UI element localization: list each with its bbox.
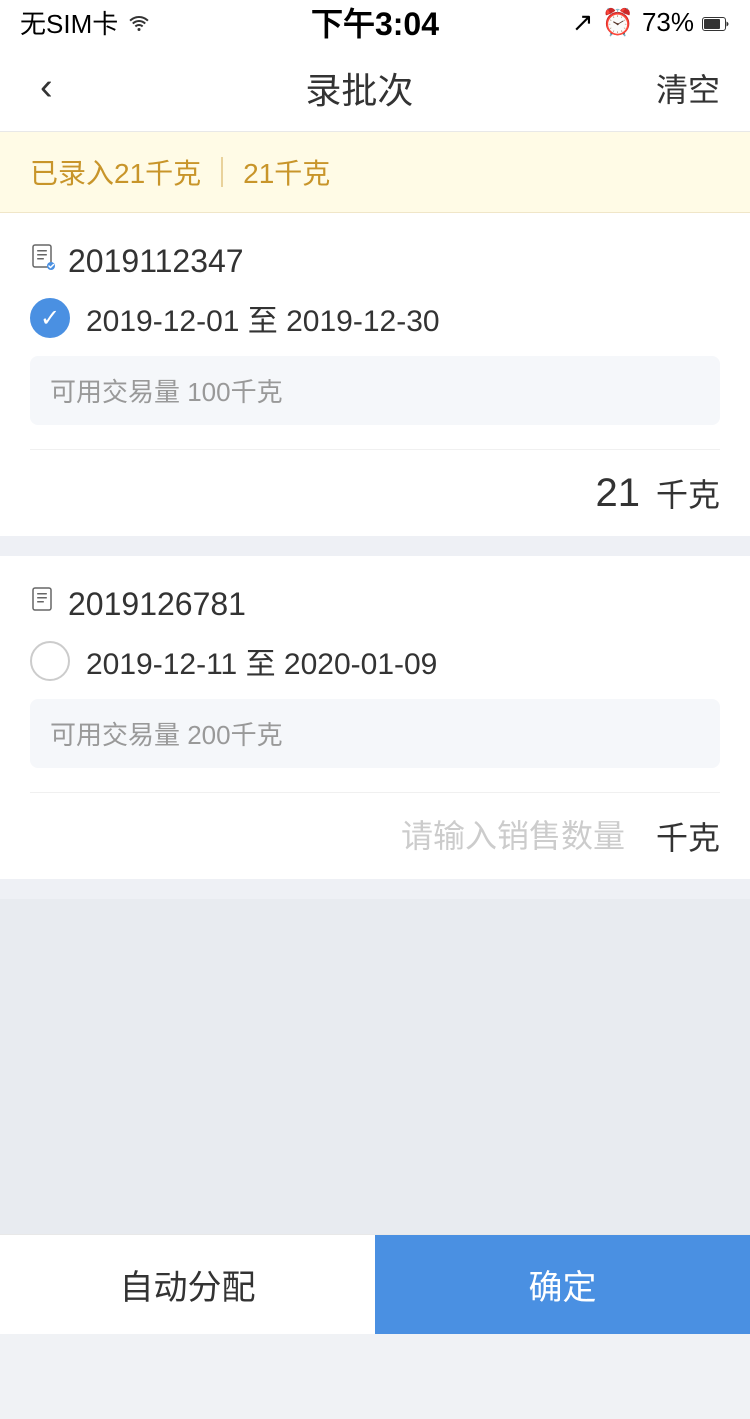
- radio-2[interactable]: [30, 641, 70, 681]
- carrier-text: 无SIM卡: [20, 4, 118, 41]
- status-left: 无SIM卡: [20, 4, 150, 41]
- batch-quantity-row-1: 21 千克: [30, 449, 720, 536]
- page-title: 录批次: [305, 62, 413, 114]
- bottom-bar: 自动分配 确定: [0, 1234, 750, 1334]
- available-text-2: 可用交易量 200千克: [50, 720, 283, 750]
- batch-id-1: 2019112347: [68, 243, 244, 280]
- batch-date-row-2: 2019-12-11 至 2020-01-09: [30, 639, 720, 683]
- batch-date-row-1: ✓ 2019-12-01 至 2019-12-30: [30, 296, 720, 340]
- location-icon: ↗: [572, 7, 594, 38]
- batch-header-2: 2019126781: [30, 586, 720, 623]
- battery-icon: [702, 7, 730, 38]
- quantity-unit-1: 千克: [656, 470, 720, 516]
- radio-1[interactable]: ✓: [30, 298, 70, 338]
- confirm-button[interactable]: 确定: [375, 1235, 750, 1334]
- auto-distribute-button[interactable]: 自动分配: [0, 1235, 375, 1334]
- recorded-amount: 已录入21千克: [30, 152, 201, 192]
- quantity-input-2[interactable]: [30, 818, 640, 855]
- total-amount: 21千克: [243, 152, 330, 192]
- battery-text: 73%: [642, 7, 694, 38]
- batch-card-1: 2019112347 ✓ 2019-12-01 至 2019-12-30 可用交…: [0, 213, 750, 536]
- batch-input-row-2[interactable]: 千克: [30, 792, 720, 879]
- batch-id-2: 2019126781: [68, 586, 246, 623]
- info-banner: 已录入21千克 21千克: [0, 132, 750, 213]
- check-icon-1: ✓: [40, 304, 60, 333]
- batch-header-1: 2019112347: [30, 243, 720, 280]
- doc-icon-2: [30, 587, 58, 623]
- available-text-1: 可用交易量 100千克: [50, 377, 283, 407]
- doc-icon-1: [30, 244, 58, 280]
- status-time: 下午3:04: [311, 0, 439, 45]
- status-right: ↗ ⏰ 73%: [572, 7, 730, 38]
- quantity-value-1: 21: [595, 471, 640, 516]
- banner-divider: [221, 157, 223, 187]
- section-divider-2: [0, 879, 750, 899]
- batch-date-2: 2019-12-11 至 2020-01-09: [86, 639, 437, 683]
- status-bar: 无SIM卡 下午3:04 ↗ ⏰ 73%: [0, 0, 750, 44]
- main-content: 已录入21千克 21千克 2019112347 ✓ 2019-12: [0, 132, 750, 1419]
- section-divider-1: [0, 536, 750, 556]
- alarm-icon: ⏰: [602, 7, 634, 38]
- nav-bar: ‹ 录批次 清空: [0, 44, 750, 132]
- batch-date-1: 2019-12-01 至 2019-12-30: [86, 296, 440, 340]
- batch-available-2: 可用交易量 200千克: [30, 699, 720, 768]
- clear-button[interactable]: 清空: [656, 65, 720, 111]
- quantity-unit-2: 千克: [656, 813, 720, 859]
- batch-available-1: 可用交易量 100千克: [30, 356, 720, 425]
- batch-card-2: 2019126781 2019-12-11 至 2020-01-09 可用交易量…: [0, 556, 750, 879]
- back-button[interactable]: ‹: [30, 56, 63, 119]
- wifi-icon: [128, 7, 150, 38]
